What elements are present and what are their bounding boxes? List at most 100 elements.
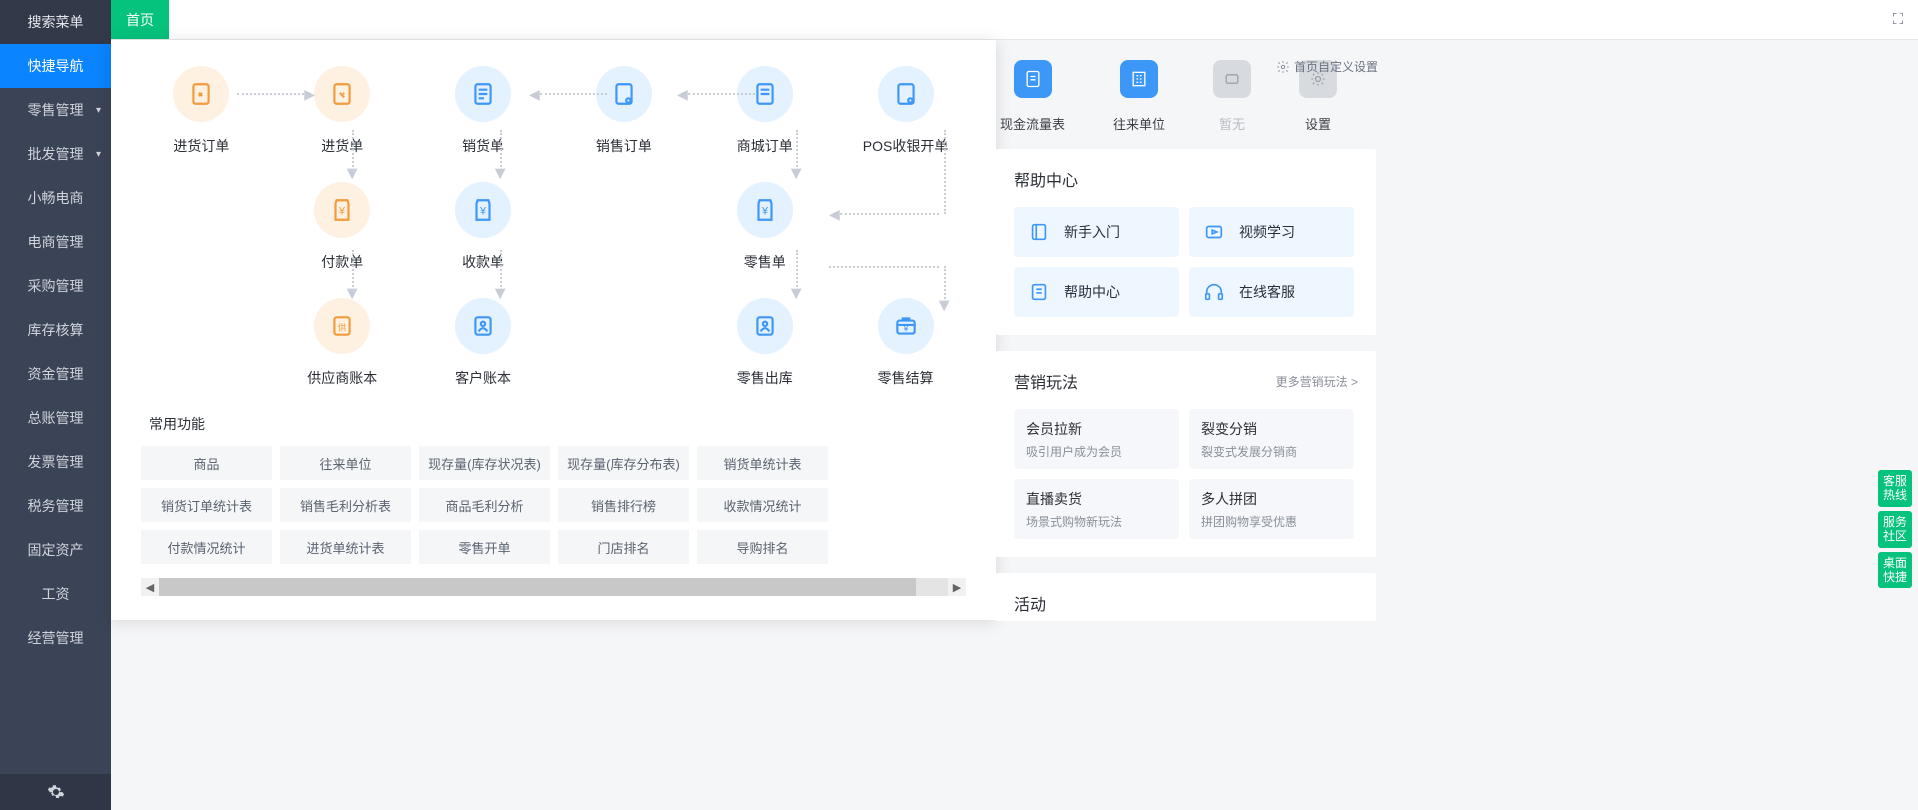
common-btn[interactable]: 销售毛利分析表	[280, 488, 411, 522]
sidebar-item-ledger[interactable]: 总账管理	[0, 396, 111, 440]
svg-text:供: 供	[338, 321, 347, 332]
fullscreen-button[interactable]: ⛶	[1878, 0, 1918, 39]
arrow-icon	[829, 266, 939, 268]
flow-retail-bill[interactable]: ¥	[737, 182, 793, 238]
flow-purchase-order[interactable]	[173, 66, 229, 122]
quicknav-flyout: 进货订单 进货单 销货单 销售订单 商城订单 POS收银开单 ¥付款单 ¥收款单…	[111, 40, 996, 620]
common-btn[interactable]: 现存量(库存状况表)	[419, 446, 550, 480]
common-btn[interactable]: 商品	[141, 446, 272, 480]
sidebar-item-funds[interactable]: 资金管理	[0, 352, 111, 396]
common-btn[interactable]: 付款情况统计	[141, 530, 272, 564]
flow-purchase-bill[interactable]	[314, 66, 370, 122]
sidebar-settings-button[interactable]	[0, 774, 111, 810]
sidebar-item-operations[interactable]: 经营管理	[0, 616, 111, 660]
help-center[interactable]: 帮助中心	[1014, 267, 1179, 317]
doc-icon	[1028, 281, 1050, 303]
common-btn[interactable]: 销货单统计表	[697, 446, 828, 480]
common-btn[interactable]: 门店排名	[558, 530, 689, 564]
arrow-icon: ▶	[796, 250, 798, 294]
horizontal-scrollbar[interactable]: ◀ ▶	[141, 578, 966, 596]
sidebar: 搜索菜单 快捷导航 零售管理▾ 批发管理▾ 小畅电商 电商管理 采购管理 库存核…	[0, 0, 111, 810]
help-beginner[interactable]: 新手入门	[1014, 207, 1179, 257]
flow-pos-open[interactable]	[878, 66, 934, 122]
sidebar-search[interactable]: 搜索菜单	[0, 0, 111, 44]
arrow-icon: ▶	[677, 93, 755, 95]
marketing-item[interactable]: 会员拉新吸引用户成为会员	[1014, 409, 1179, 469]
sidebar-item-purchase[interactable]: 采购管理	[0, 264, 111, 308]
shortcut-empty[interactable]: 暂无	[1213, 60, 1251, 133]
flow-retail-out[interactable]	[737, 298, 793, 354]
building-icon	[1129, 69, 1149, 89]
gear-icon	[1276, 60, 1290, 74]
flow-customer-ledger[interactable]	[455, 298, 511, 354]
chevron-down-icon: ▾	[96, 149, 101, 160]
flow-supplier-ledger[interactable]: 供	[314, 298, 370, 354]
common-btn[interactable]: 现存量(库存分布表)	[558, 446, 689, 480]
sidebar-item-quicknav[interactable]: 快捷导航	[0, 44, 111, 88]
flow-retail-settle[interactable]: ¥	[878, 298, 934, 354]
video-icon	[1203, 221, 1225, 243]
common-functions-title: 常用功能	[149, 414, 976, 434]
sidebar-item-wholesale[interactable]: 批发管理▾	[0, 132, 111, 176]
shortcut-contacts[interactable]: 往来单位	[1113, 60, 1165, 133]
common-btn[interactable]: 收款情况统计	[697, 488, 828, 522]
marketing-more[interactable]: 更多营销玩法 >	[1276, 373, 1358, 390]
flow-payment[interactable]: ¥	[314, 182, 370, 238]
sidebar-item-salary[interactable]: 工资	[0, 572, 111, 616]
gear-icon	[47, 783, 65, 801]
flow-receipt[interactable]: ¥	[455, 182, 511, 238]
common-btn[interactable]: 零售开单	[419, 530, 550, 564]
sidebar-item-inventory[interactable]: 库存核算	[0, 308, 111, 352]
common-btn[interactable]: 导购排名	[697, 530, 828, 564]
help-center-title: 帮助中心	[1014, 167, 1078, 191]
common-btn[interactable]: 进货单统计表	[280, 530, 411, 564]
chevron-down-icon: ▾	[96, 105, 101, 116]
book-icon	[1028, 221, 1050, 243]
sidebar-item-retail[interactable]: 零售管理▾	[0, 88, 111, 132]
help-center-card: 帮助中心 新手入门 视频学习 帮助中心 在线客服	[996, 149, 1376, 335]
blank-icon	[1222, 69, 1242, 89]
sticky-buttons: 客服热线 服务社区 桌面快捷	[1878, 470, 1912, 588]
shortcut-cashflow[interactable]: 现金流量表	[1000, 60, 1065, 133]
sidebar-item-fixed-assets[interactable]: 固定资产	[0, 528, 111, 572]
arrow-icon: ▶	[944, 266, 946, 306]
marketing-item[interactable]: 裂变分销裂变式发展分销商	[1189, 409, 1354, 469]
sticky-community[interactable]: 服务社区	[1878, 511, 1912, 548]
help-video[interactable]: 视频学习	[1189, 207, 1354, 257]
sidebar-item-tax[interactable]: 税务管理	[0, 484, 111, 528]
common-functions-grid: 商品 往来单位 现存量(库存状况表) 现存量(库存分布表) 销货单统计表 销货订…	[131, 446, 976, 564]
sticky-desktop[interactable]: 桌面快捷	[1878, 552, 1912, 589]
custom-home-setting[interactable]: 首页自定义设置	[1276, 58, 1378, 75]
marketing-title: 营销玩法	[1014, 369, 1078, 393]
arrow-icon: ▶	[500, 130, 502, 174]
arrow-icon: ▶	[500, 250, 502, 294]
arrow-icon: ▶	[796, 130, 798, 174]
flow-sales-bill[interactable]	[455, 66, 511, 122]
marketing-item[interactable]: 直播卖货场景式购物新玩法	[1014, 479, 1179, 539]
common-btn[interactable]: 销售排行榜	[558, 488, 689, 522]
sticky-hotline[interactable]: 客服热线	[1878, 470, 1912, 507]
sidebar-item-ecomm[interactable]: 电商管理	[0, 220, 111, 264]
scroll-left-button[interactable]: ◀	[141, 578, 159, 596]
report-icon	[1023, 69, 1043, 89]
sidebar-item-invoice[interactable]: 发票管理	[0, 440, 111, 484]
headset-icon	[1203, 281, 1225, 303]
scroll-right-button[interactable]: ▶	[948, 578, 966, 596]
common-btn[interactable]: 商品毛利分析	[419, 488, 550, 522]
marketing-item[interactable]: 多人拼团拼团购物享受优惠	[1189, 479, 1354, 539]
arrow-icon	[944, 130, 946, 214]
activity-card: 活动	[996, 573, 1376, 621]
svg-text:¥: ¥	[338, 205, 346, 217]
common-btn[interactable]: 销货订单统计表	[141, 488, 272, 522]
tab-home[interactable]: 首页	[111, 0, 169, 39]
marketing-card: 营销玩法 更多营销玩法 > 会员拉新吸引用户成为会员 裂变分销裂变式发展分销商 直…	[996, 351, 1376, 557]
svg-text:¥: ¥	[902, 323, 908, 333]
sidebar-item-xc-ecomm[interactable]: 小畅电商	[0, 176, 111, 220]
arrow-icon: ▶	[529, 93, 607, 95]
arrow-icon: ▶	[352, 130, 354, 174]
arrow-icon: ▶	[237, 93, 315, 95]
svg-text:¥: ¥	[761, 205, 769, 217]
help-chat[interactable]: 在线客服	[1189, 267, 1354, 317]
common-btn[interactable]: 往来单位	[280, 446, 411, 480]
tabbar: 首页 ⛶	[111, 0, 1918, 40]
